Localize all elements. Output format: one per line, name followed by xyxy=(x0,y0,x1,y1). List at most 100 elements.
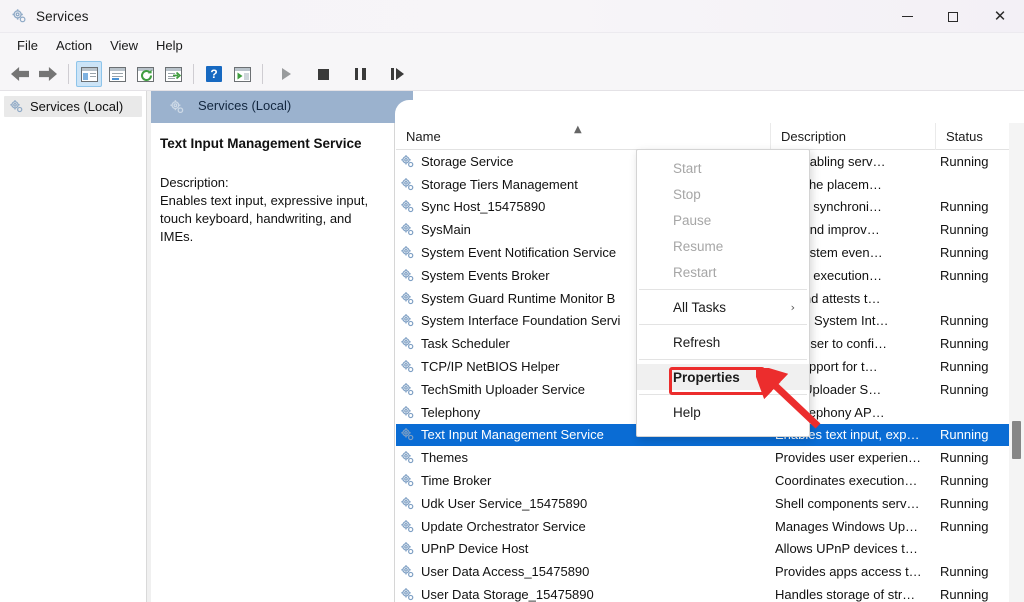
table-row[interactable]: ThemesProvides user experien…Running xyxy=(396,446,1024,469)
status-badge: Running xyxy=(940,222,988,237)
service-name-label: Udk User Service_15475890 xyxy=(421,496,587,511)
tab-services-local[interactable]: Services (Local) xyxy=(198,98,291,113)
services-window: Services ✕ File Action View Help xyxy=(0,0,1024,602)
restart-service-button[interactable] xyxy=(384,61,410,87)
toolbar: ? xyxy=(0,58,1024,91)
show-hide-action-pane-icon xyxy=(234,67,251,82)
maximize-icon xyxy=(948,12,958,22)
sidebar-item-services-local[interactable]: Services (Local) xyxy=(4,96,142,117)
minimize-button[interactable] xyxy=(884,0,930,33)
minimize-icon xyxy=(902,16,913,17)
context-menu-separator xyxy=(639,324,807,325)
context-menu-resume: Resume xyxy=(637,233,809,259)
maximize-button[interactable] xyxy=(930,0,976,33)
service-name-label: Time Broker xyxy=(421,473,491,488)
properties-window-button[interactable] xyxy=(104,61,130,87)
services-gear-icon xyxy=(9,99,24,114)
menu-help[interactable]: Help xyxy=(147,35,192,57)
menu-file[interactable]: File xyxy=(8,35,47,57)
status-badge: Running xyxy=(940,154,988,169)
menu-view[interactable]: View xyxy=(101,35,147,57)
pause-service-button[interactable] xyxy=(347,61,373,87)
table-row[interactable]: User Data Access_15475890 Provides apps a… xyxy=(396,560,1024,583)
description-line-3: IMEs. xyxy=(160,228,381,246)
service-name-label: User Data Access_15475890 xyxy=(421,564,589,579)
cell-name: Storage Tiers Management xyxy=(400,177,578,192)
cell-name: TechSmith Uploader Service xyxy=(400,382,585,397)
column-header-status[interactable]: Status xyxy=(936,123,1009,150)
refresh-button[interactable] xyxy=(132,61,158,87)
start-service-button[interactable] xyxy=(273,61,299,87)
services-gear-icon xyxy=(400,199,415,214)
services-gear-icon xyxy=(400,496,415,511)
status-badge: Running xyxy=(940,245,988,260)
context-menu-refresh[interactable]: Refresh xyxy=(637,329,809,355)
close-button[interactable]: ✕ xyxy=(976,0,1024,33)
scrollbar-thumb[interactable] xyxy=(1012,421,1021,459)
services-gear-icon xyxy=(400,473,415,488)
table-row[interactable]: Time BrokerCoordinates execution…Running xyxy=(396,469,1024,492)
table-row[interactable]: Udk User Service_15475890Shell component… xyxy=(396,492,1024,515)
service-name-label: Text Input Management Service xyxy=(421,427,604,442)
vertical-scrollbar[interactable] xyxy=(1009,123,1024,602)
service-name-label: UPnP Device Host xyxy=(421,541,528,556)
refresh-icon xyxy=(137,67,154,82)
cell-description: Allows UPnP devices t… xyxy=(775,541,918,556)
context-menu-restart: Restart xyxy=(637,259,809,285)
export-list-button[interactable] xyxy=(160,61,186,87)
service-name-label: Themes xyxy=(421,450,468,465)
context-menu-separator xyxy=(639,359,807,360)
services-gear-icon xyxy=(11,8,27,24)
services-gear-icon xyxy=(400,519,415,534)
context-menu-help[interactable]: Help xyxy=(637,399,809,425)
start-service-icon xyxy=(282,68,291,80)
status-badge: Running xyxy=(940,427,988,442)
cell-name: System Events Broker xyxy=(400,268,550,283)
services-gear-icon xyxy=(169,99,185,115)
context-menu-item-label: Resume xyxy=(673,239,723,254)
context-menu-properties[interactable]: Properties xyxy=(637,364,809,390)
services-gear-icon xyxy=(400,359,415,374)
help-icon: ? xyxy=(206,66,222,82)
context-menu-all-tasks[interactable]: All Tasks› xyxy=(637,294,809,320)
help-button[interactable]: ? xyxy=(201,61,227,87)
service-name-label: System Events Broker xyxy=(421,268,550,283)
service-name-label: Update Orchestrator Service xyxy=(421,519,586,534)
context-menu-item-label: All Tasks xyxy=(673,300,726,315)
status-badge: Running xyxy=(940,336,988,351)
table-row[interactable]: User Data Storage_15475890Handles storag… xyxy=(396,583,1024,602)
service-detail-pane: Text Input Management Service Descriptio… xyxy=(151,123,395,602)
back-button[interactable] xyxy=(7,61,33,87)
services-gear-icon xyxy=(400,154,415,169)
column-header-description[interactable]: Description xyxy=(771,123,936,150)
page-title: Text Input Management Service xyxy=(160,135,381,153)
table-row[interactable]: Update Orchestrator Service Manages Windo… xyxy=(396,515,1024,538)
context-menu-stop: Stop xyxy=(637,181,809,207)
context-menu-item-label: Restart xyxy=(673,265,717,280)
column-header-name[interactable]: Name xyxy=(396,123,771,150)
cell-description: Provides apps access t… xyxy=(775,564,922,579)
service-name-label: SysMain xyxy=(421,222,471,237)
cell-name: Themes xyxy=(400,450,468,465)
table-row[interactable]: UPnP Device Host Allows UPnP devices t… xyxy=(396,538,1024,561)
service-name-label: Storage Service xyxy=(421,154,514,169)
window-controls: ✕ xyxy=(884,0,1024,33)
chevron-up-icon: ▲ xyxy=(574,125,582,135)
cell-description: Manages Windows Up… xyxy=(775,519,918,534)
services-gear-icon xyxy=(400,177,415,192)
show-hide-console-tree-button[interactable] xyxy=(76,61,102,87)
pause-service-icon xyxy=(355,68,366,80)
forward-button[interactable] xyxy=(35,61,61,87)
services-gear-icon xyxy=(400,564,415,579)
results-pane: Services (Local) Text Input Management S… xyxy=(151,91,1024,602)
cell-name: Udk User Service_15475890 xyxy=(400,496,587,511)
stop-service-button[interactable] xyxy=(310,61,336,87)
toolbar-separator-1 xyxy=(68,64,69,84)
services-gear-icon xyxy=(400,541,415,556)
context-menu-item-label: Stop xyxy=(673,187,701,202)
cell-description: Coordinates execution… xyxy=(775,473,917,488)
context-menu: StartStopPauseResumeRestartAll Tasks›Ref… xyxy=(636,149,810,437)
menu-action[interactable]: Action xyxy=(47,35,101,57)
restart-service-icon xyxy=(391,68,404,80)
show-hide-action-pane-button[interactable] xyxy=(229,61,255,87)
